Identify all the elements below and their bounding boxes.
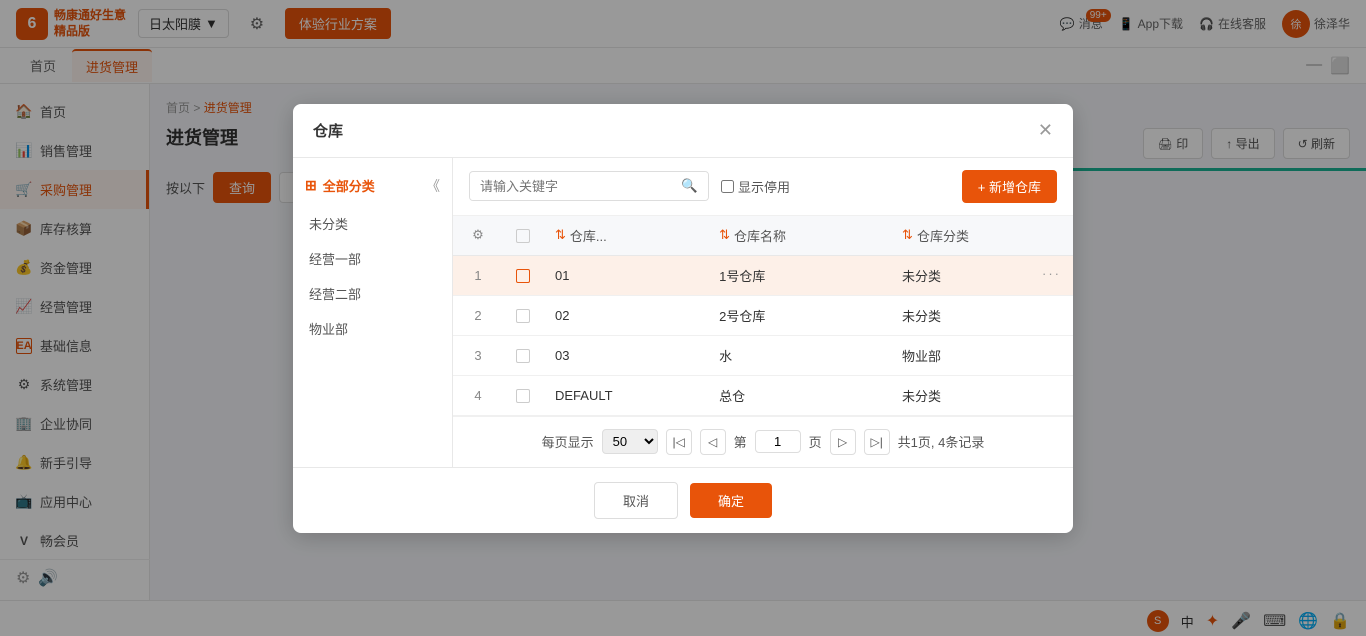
close-icon[interactable]: ✕ (1038, 121, 1053, 139)
cell-category: 物业部 (890, 335, 1073, 375)
warehouse-table-wrapper: ⚙ ⇅ 仓库... (453, 216, 1073, 416)
next-page-btn[interactable]: ▷ (830, 429, 856, 455)
gear-icon[interactable]: ⚙ (472, 227, 484, 242)
modal-toolbar: 🔍 显示停用 + 新增仓库 (453, 158, 1073, 216)
first-page-btn[interactable]: |◁ (666, 429, 692, 455)
pagination: 每页显示 50 20 100 |◁ ◁ 第 页 ▷ ▷| 共1页, 4条记录 (453, 416, 1073, 467)
category-sidebar: ⊞ 全部分类 《 未分类 经营一部 经营二部 物业部 (293, 158, 453, 467)
cell-num: 3 (453, 335, 503, 375)
search-button[interactable]: 🔍 (671, 172, 708, 200)
all-category-label: 全部分类 (323, 176, 375, 195)
category-item-dept2[interactable]: 经营二部 (293, 276, 452, 311)
col-header-category[interactable]: ⇅ 仓库分类 (890, 216, 1073, 256)
modal-overlay: 仓库 ✕ ⊞ 全部分类 《 未分类 经营一部 经营二部 物业部 (0, 0, 1366, 636)
cell-num: 2 (453, 295, 503, 335)
page-input[interactable] (755, 430, 801, 453)
cell-check[interactable] (503, 295, 543, 335)
modal-footer: 取消 确定 (293, 467, 1073, 533)
all-category-title[interactable]: ⊞ 全部分类 (305, 176, 375, 195)
confirm-button[interactable]: 确定 (690, 483, 772, 518)
cell-check[interactable] (503, 335, 543, 375)
show-disabled-checkbox[interactable] (721, 180, 734, 193)
cell-name: 总仓 (707, 375, 890, 415)
modal-title: 仓库 (313, 120, 343, 141)
cell-check[interactable] (503, 375, 543, 415)
cell-name: 2号仓库 (707, 295, 890, 335)
cancel-button[interactable]: 取消 (594, 482, 678, 519)
last-page-btn[interactable]: ▷| (864, 429, 890, 455)
prev-page-btn[interactable]: ◁ (700, 429, 726, 455)
total-label: 共1页, 4条记录 (898, 432, 985, 451)
sort-icon-name: ⇅ (719, 227, 730, 243)
category-header: ⊞ 全部分类 《 (293, 170, 452, 206)
cell-num: 4 (453, 375, 503, 415)
col-header-check (503, 216, 543, 256)
modal-header: 仓库 ✕ (293, 104, 1073, 158)
search-input[interactable] (470, 173, 671, 200)
col-header-code[interactable]: ⇅ 仓库... (543, 216, 707, 256)
cell-code: DEFAULT (543, 375, 707, 415)
page-label: 第 (734, 432, 747, 451)
cell-category: 未分类 (890, 295, 1073, 335)
grid-icon: ⊞ (305, 177, 317, 194)
modal-main-content: 🔍 显示停用 + 新增仓库 ⚙ (453, 158, 1073, 467)
cell-code: 03 (543, 335, 707, 375)
category-item-property[interactable]: 物业部 (293, 311, 452, 346)
category-item-dept1[interactable]: 经营一部 (293, 241, 452, 276)
warehouse-modal: 仓库 ✕ ⊞ 全部分类 《 未分类 经营一部 经营二部 物业部 (293, 104, 1073, 533)
table-row[interactable]: 4 DEFAULT 总仓 未分类 (453, 375, 1073, 415)
table-row[interactable]: 3 03 水 物业部 (453, 335, 1073, 375)
cell-num: 1 (453, 255, 503, 295)
cell-check[interactable] (503, 255, 543, 295)
collapse-icon[interactable]: 《 (426, 176, 440, 196)
col-header-name[interactable]: ⇅ 仓库名称 (707, 216, 890, 256)
table-row[interactable]: 2 02 2号仓库 未分类 (453, 295, 1073, 335)
cell-code: 01 (543, 255, 707, 295)
sort-icon-code: ⇅ (555, 227, 566, 243)
cell-name: 水 (707, 335, 890, 375)
table-row[interactable]: 1 01 1号仓库 未分类··· (453, 255, 1073, 295)
cell-name: 1号仓库 (707, 255, 890, 295)
page-suffix: 页 (809, 432, 822, 451)
search-box: 🔍 (469, 171, 709, 201)
warehouse-table: ⚙ ⇅ 仓库... (453, 216, 1073, 416)
category-item-unclassified[interactable]: 未分类 (293, 206, 452, 241)
cell-category: 未分类 (890, 375, 1073, 415)
per-page-label: 每页显示 (542, 432, 594, 451)
modal-body: ⊞ 全部分类 《 未分类 经营一部 经营二部 物业部 🔍 (293, 158, 1073, 467)
per-page-select[interactable]: 50 20 100 (602, 429, 658, 454)
cell-code: 02 (543, 295, 707, 335)
col-header-num: ⚙ (453, 216, 503, 256)
select-all-checkbox[interactable] (516, 229, 530, 243)
sort-icon-category: ⇅ (902, 227, 913, 243)
cell-category: 未分类··· (890, 255, 1073, 295)
show-disabled-label[interactable]: 显示停用 (721, 177, 790, 196)
add-warehouse-button[interactable]: + 新增仓库 (962, 170, 1057, 203)
